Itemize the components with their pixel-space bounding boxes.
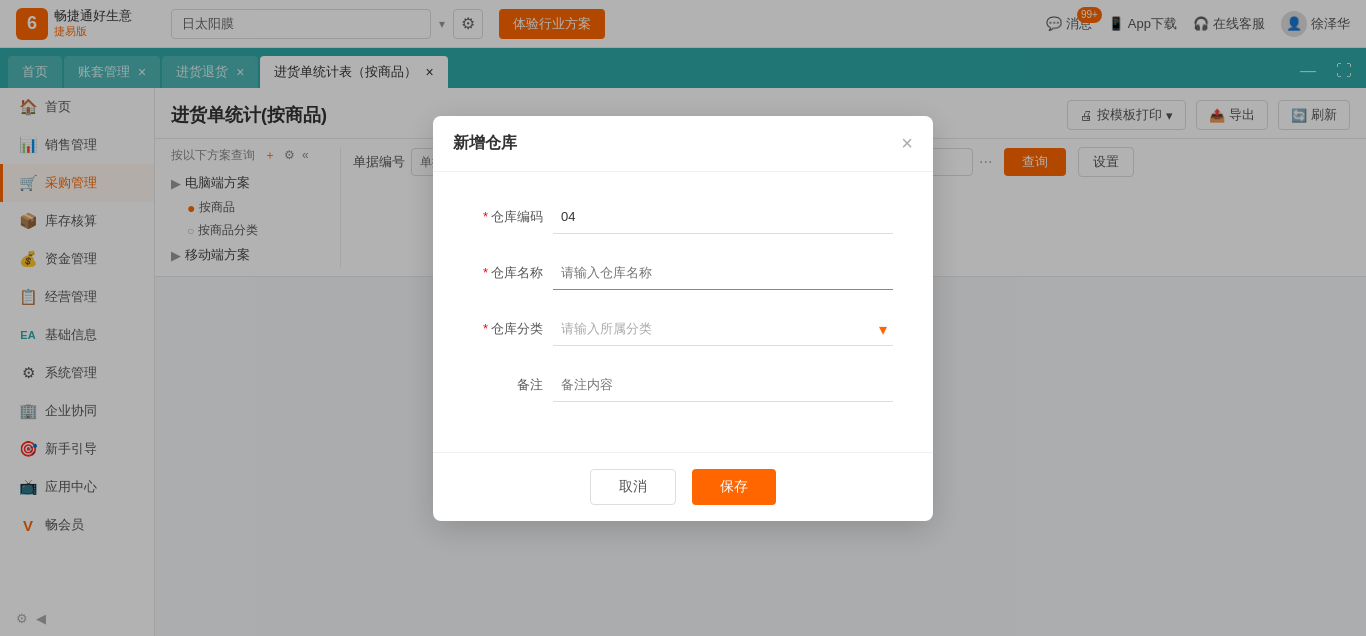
- modal-body: 仓库编码 仓库名称 仓库分类 请输入所属分类 ▾ 备注: [433, 172, 933, 452]
- name-input[interactable]: [553, 256, 893, 290]
- new-warehouse-modal: 新增仓库 × 仓库编码 仓库名称 仓库分类 请输入所属分类 ▾: [433, 116, 933, 521]
- form-row-name: 仓库名称: [473, 256, 893, 290]
- modal-close-icon[interactable]: ×: [901, 132, 913, 155]
- note-label: 备注: [473, 376, 543, 394]
- code-input[interactable]: [553, 200, 893, 234]
- note-input[interactable]: [553, 368, 893, 402]
- category-select-wrap: 请输入所属分类 ▾: [553, 312, 893, 346]
- code-label: 仓库编码: [473, 208, 543, 226]
- form-row-note: 备注: [473, 368, 893, 402]
- modal-title: 新增仓库: [453, 133, 517, 154]
- name-label: 仓库名称: [473, 264, 543, 282]
- cancel-button[interactable]: 取消: [590, 469, 676, 505]
- category-select[interactable]: 请输入所属分类: [553, 312, 893, 346]
- save-button[interactable]: 保存: [692, 469, 776, 505]
- form-row-code: 仓库编码: [473, 200, 893, 234]
- modal-overlay: 新增仓库 × 仓库编码 仓库名称 仓库分类 请输入所属分类 ▾: [0, 0, 1366, 636]
- modal-footer: 取消 保存: [433, 452, 933, 521]
- category-label: 仓库分类: [473, 320, 543, 338]
- modal-header: 新增仓库 ×: [433, 116, 933, 172]
- form-row-category: 仓库分类 请输入所属分类 ▾: [473, 312, 893, 346]
